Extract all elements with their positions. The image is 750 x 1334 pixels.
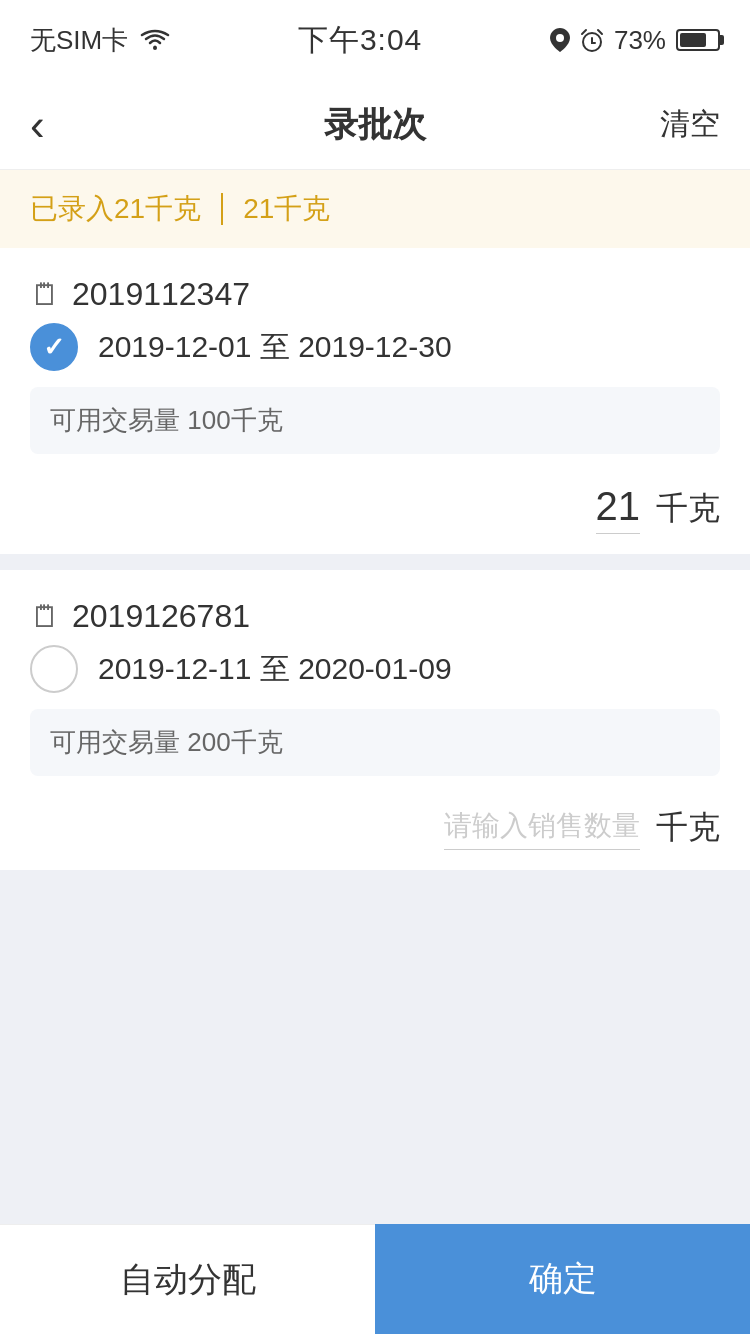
quantity-row-2: 请输入销售数量 千克: [0, 790, 750, 870]
section-divider-2: [0, 870, 750, 886]
location-icon: [550, 28, 570, 52]
clear-button[interactable]: 清空: [660, 104, 720, 145]
quantity-row-1: 21 千克: [0, 468, 750, 554]
batch-header-1: 🗒 2019112347: [0, 248, 750, 323]
info-label: 已录入21千克: [30, 190, 201, 228]
radio-button-2[interactable]: [30, 645, 78, 693]
back-button[interactable]: ‹: [30, 100, 90, 150]
batch-date-row-1[interactable]: ✓ 2019-12-01 至 2019-12-30: [0, 323, 750, 387]
svg-point-1: [556, 34, 564, 42]
batch-id-2: 2019126781: [72, 598, 250, 635]
doc-icon-2: 🗒: [30, 600, 60, 634]
batch-date-1: 2019-12-01 至 2019-12-30: [98, 327, 452, 368]
quantity-unit-1: 千克: [656, 487, 720, 531]
quantity-underline-2: 请输入销售数量: [444, 807, 640, 850]
check-mark-1: ✓: [43, 332, 65, 363]
radio-button-1[interactable]: ✓: [30, 323, 78, 371]
batch-available-2: 可用交易量 200千克: [30, 709, 720, 776]
sim-text: 无SIM卡: [30, 23, 128, 58]
batch-item-2: 🗒 2019126781 2019-12-11 至 2020-01-09 可用交…: [0, 570, 750, 870]
page-title: 录批次: [324, 102, 426, 148]
quantity-underline-1: 21: [596, 484, 641, 534]
empty-area: [0, 886, 750, 1266]
svg-point-0: [153, 46, 157, 50]
status-left: 无SIM卡: [30, 23, 170, 58]
batch-date-row-2[interactable]: 2019-12-11 至 2020-01-09: [0, 645, 750, 709]
battery-percent: 73%: [614, 25, 666, 56]
alarm-icon: [580, 28, 604, 52]
info-value: 21千克: [243, 190, 330, 228]
nav-bar: ‹ 录批次 清空: [0, 80, 750, 170]
info-banner: 已录入21千克 21千克: [0, 170, 750, 248]
status-time: 下午3:04: [298, 20, 422, 61]
batch-header-2: 🗒 2019126781: [0, 570, 750, 645]
bottom-buttons: 自动分配 确定: [0, 1224, 750, 1334]
confirm-button[interactable]: 确定: [375, 1224, 750, 1334]
batch-available-1: 可用交易量 100千克: [30, 387, 720, 454]
section-divider: [0, 554, 750, 570]
quantity-placeholder-2: 请输入销售数量: [444, 807, 640, 845]
doc-icon-1: 🗒: [30, 278, 60, 312]
batch-date-2: 2019-12-11 至 2020-01-09: [98, 649, 452, 690]
battery-icon: [676, 29, 720, 51]
wifi-icon: [140, 29, 170, 51]
batch-item-1: 🗒 2019112347 ✓ 2019-12-01 至 2019-12-30 可…: [0, 248, 750, 554]
quantity-unit-2: 千克: [656, 806, 720, 850]
info-divider: [221, 193, 223, 225]
batch-id-1: 2019112347: [72, 276, 250, 313]
quantity-value-1: 21: [596, 484, 641, 529]
auto-distribute-button[interactable]: 自动分配: [0, 1224, 375, 1334]
status-right: 73%: [550, 25, 720, 56]
status-bar: 无SIM卡 下午3:04 73%: [0, 0, 750, 80]
